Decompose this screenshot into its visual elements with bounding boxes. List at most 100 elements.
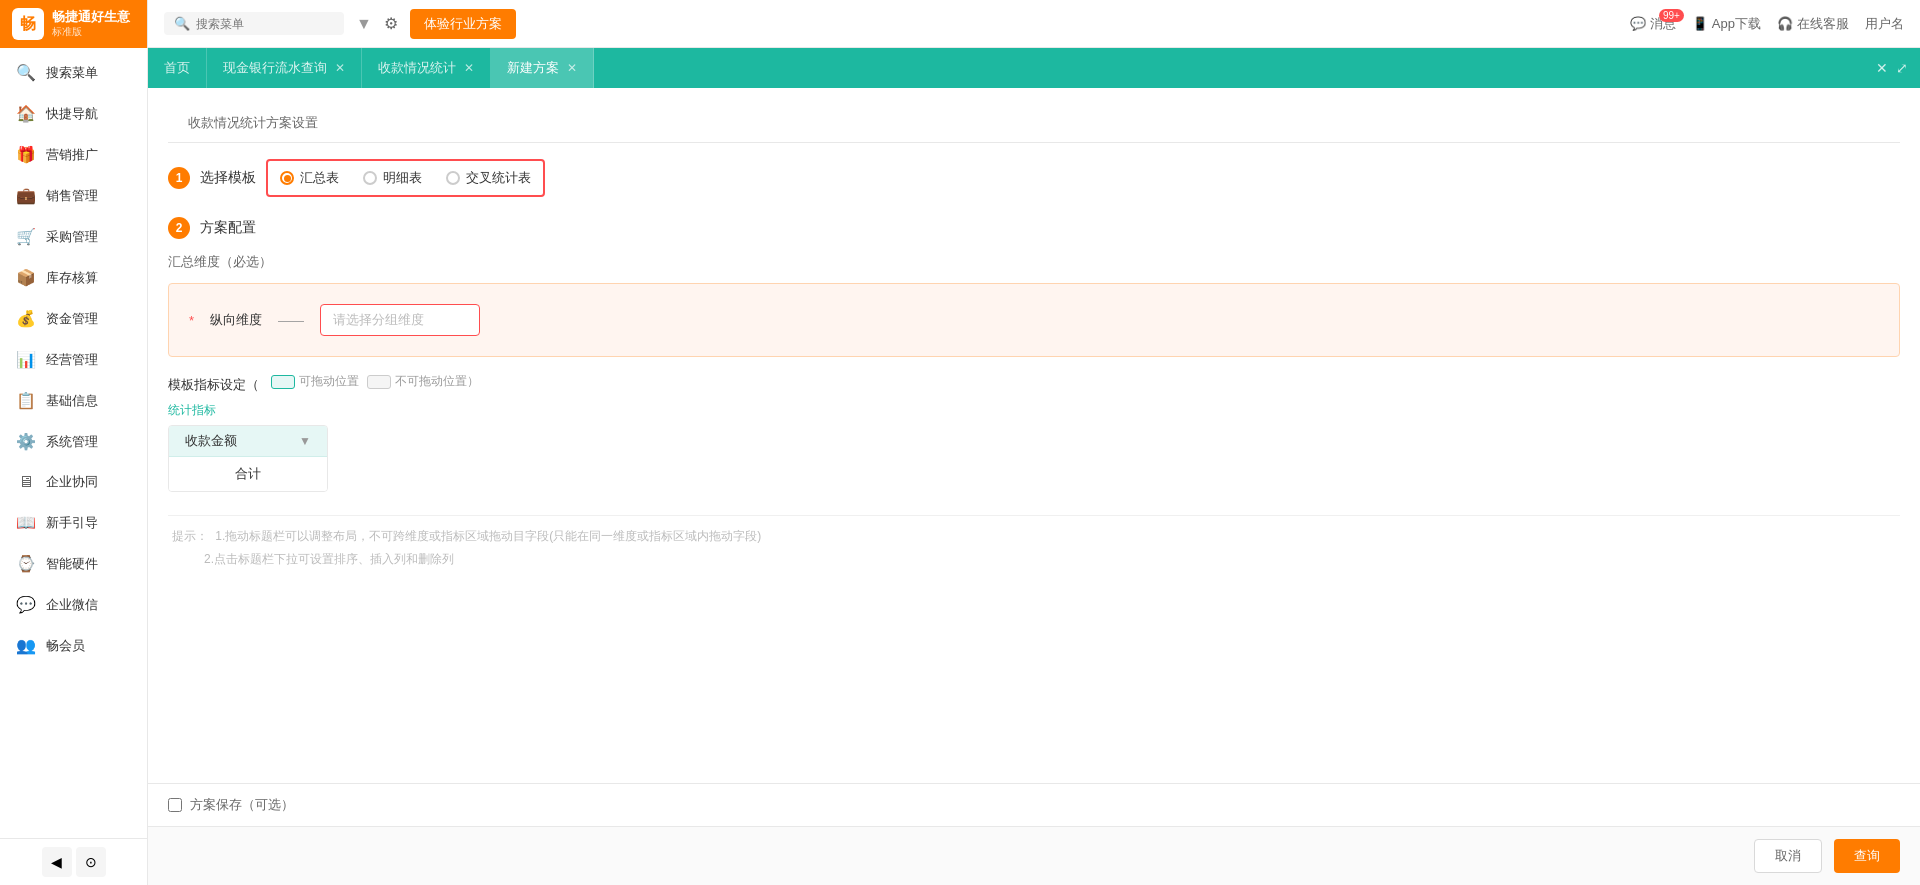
sidebar-label-0: 搜索菜单 [46, 64, 98, 82]
radio-option-0[interactable]: 汇总表 [280, 169, 339, 187]
sidebar-label-3: 销售管理 [46, 187, 98, 205]
tab-close-3[interactable]: ✕ [567, 61, 577, 75]
sidebar-icon-1: 🏠 [16, 104, 36, 123]
sidebar-icon-3: 💼 [16, 186, 36, 205]
sidebar-bottom-icon-2[interactable]: ⊙ [76, 847, 106, 877]
dimension-section-label: 汇总维度（必选） [168, 253, 1900, 271]
sidebar-item-6[interactable]: 💰资金管理 [0, 298, 147, 339]
tip-text-1: 1.拖动标题栏可以调整布局，不可跨维度或指标区域拖动目字段(只能在同一维度或指标… [215, 529, 761, 543]
sidebar-label-10: 企业协同 [46, 473, 98, 491]
topbar-user: 用户名 [1865, 15, 1904, 33]
sidebar-icon-14: 👥 [16, 636, 36, 655]
sidebar-item-7[interactable]: 📊经营管理 [0, 339, 147, 380]
tip-text-2: 2.点击标题栏下拉可设置排序、插入列和删除列 [204, 552, 454, 566]
metric-table-area: 统计指标 收款金额 ▼ 合计 [168, 402, 1900, 495]
sidebar-item-5[interactable]: 📦库存核算 [0, 257, 147, 298]
sidebar-icon-2: 🎁 [16, 145, 36, 164]
tip-prefix: 提示： [172, 529, 208, 543]
hint-nodrag: 不可拖动位置） [367, 373, 479, 390]
sidebar-item-4[interactable]: 🛒采购管理 [0, 216, 147, 257]
tab-label-2: 收款情况统计 [378, 59, 456, 77]
search-icon: 🔍 [174, 16, 190, 31]
topbar-service[interactable]: 🎧 在线客服 [1777, 15, 1849, 33]
sidebar-label-6: 资金管理 [46, 310, 98, 328]
action-bar: 取消 查询 [148, 826, 1920, 885]
stat-label: 统计指标 [168, 402, 1900, 419]
sidebar-bottom-icon-1[interactable]: ◀ [42, 847, 72, 877]
sidebar-item-1[interactable]: 🏠快捷导航 [0, 93, 147, 134]
radio-label-2: 交叉统计表 [466, 169, 531, 187]
topbar-gear-icon[interactable]: ⚙ [384, 14, 398, 33]
sidebar-icon-0: 🔍 [16, 63, 36, 82]
sidebar-icon-8: 📋 [16, 391, 36, 410]
step1-section: 1 选择模板 汇总表 明细表 交叉统计表 [168, 159, 1900, 197]
tip-line-1: 提示： 1.拖动标题栏可以调整布局，不可跨维度或指标区域拖动目字段(只能在同一维… [168, 528, 1900, 545]
footer-save: 方案保存（可选） [148, 783, 1920, 826]
main-area: 🔍 ▼ ⚙ 体验行业方案 💬 消息 99+ 📱 App下载 🎧 在线客服 用户名… [148, 0, 1920, 885]
tab-item-3[interactable]: 新建方案✕ [491, 48, 594, 88]
sidebar-icon-12: ⌚ [16, 554, 36, 573]
dimension-placeholder: 请选择分组维度 [333, 311, 424, 329]
hint-drag: 可拖动位置 [271, 373, 359, 390]
sidebar-icon-10: 🖥 [16, 473, 36, 491]
save-checkbox[interactable] [168, 798, 182, 812]
topbar-download[interactable]: 📱 App下载 [1692, 15, 1761, 33]
query-button[interactable]: 查询 [1834, 839, 1900, 873]
topbar-search-box: 🔍 [164, 12, 344, 35]
sidebar-item-13[interactable]: 💬企业微信 [0, 584, 147, 625]
drag-block-icon [271, 375, 295, 389]
search-input[interactable] [196, 17, 316, 31]
sidebar-icon-11: 📖 [16, 513, 36, 532]
sidebar-bottom: ◀ ⊙ [0, 838, 147, 885]
tab-close-2[interactable]: ✕ [464, 61, 474, 75]
cancel-button[interactable]: 取消 [1754, 839, 1822, 873]
sidebar-item-12[interactable]: ⌚智能硬件 [0, 543, 147, 584]
sidebar-item-10[interactable]: 🖥 企业协同 [0, 462, 147, 502]
tab-close-1[interactable]: ✕ [335, 61, 345, 75]
radio-circle-0 [280, 171, 294, 185]
sidebar-item-11[interactable]: 📖新手引导 [0, 502, 147, 543]
metric-dropdown-icon[interactable]: ▼ [299, 434, 311, 448]
dimension-area: * 纵向维度 —— 请选择分组维度 [168, 283, 1900, 357]
metric-table-header[interactable]: 收款金额 ▼ [169, 426, 327, 457]
sidebar-icon-9: ⚙️ [16, 432, 36, 451]
sidebar-label-14: 畅会员 [46, 637, 85, 655]
sidebar-item-14[interactable]: 👥 畅会员 [0, 625, 147, 666]
sidebar-item-3[interactable]: 💼 销售管理 [0, 175, 147, 216]
radio-option-1[interactable]: 明细表 [363, 169, 422, 187]
metric-section: 模板指标设定（ 可拖动位置 不可拖动位置） [168, 373, 1900, 495]
radio-label-1: 明细表 [383, 169, 422, 187]
tab-item-0[interactable]: 首页 [148, 48, 207, 88]
dimension-row: * 纵向维度 —— 请选择分组维度 [189, 304, 1879, 336]
sidebar-item-8[interactable]: 📋基础信息 [0, 380, 147, 421]
sidebar-item-2[interactable]: 🎁 营销推广 [0, 134, 147, 175]
sidebar-item-9[interactable]: ⚙️ 系统管理 [0, 421, 147, 462]
dimension-field-label: 纵向维度 [210, 311, 262, 329]
tab-label-0: 首页 [164, 59, 190, 77]
tab-expand-icon[interactable]: ⤢ [1896, 60, 1908, 76]
sidebar-label-2: 营销推广 [46, 146, 98, 164]
sidebar-label-7: 经营管理 [46, 351, 98, 369]
sidebar-item-0[interactable]: 🔍 搜索菜单 [0, 52, 147, 93]
dimension-select[interactable]: 请选择分组维度 [320, 304, 480, 336]
tab-close-icon[interactable]: ✕ [1876, 60, 1888, 76]
tab-item-2[interactable]: 收款情况统计 ✕ [362, 48, 491, 88]
radio-circle-2 [446, 171, 460, 185]
sidebar-nav: 🔍 搜索菜单 🏠快捷导航 🎁 营销推广 💼 销售管理 🛒采购管理📦库存核算💰资金管理📊经营管理… [0, 48, 147, 838]
breadcrumb-text: 收款情况统计方案设置 [188, 115, 318, 130]
logo-text: 畅捷通好生意 标准版 [52, 9, 130, 39]
step2-header: 2 方案配置 [168, 217, 1900, 239]
save-label: 方案保存（可选） [190, 796, 294, 814]
tab-item-1[interactable]: 现金银行流水查询 ✕ [207, 48, 362, 88]
tab-label-1: 现金银行流水查询 [223, 59, 327, 77]
metric-header: 模板指标设定（ 可拖动位置 不可拖动位置） [168, 373, 1900, 394]
sidebar-label-9: 系统管理 [46, 433, 98, 451]
page-breadcrumb: 收款情况统计方案设置 [168, 104, 1900, 143]
topbar-message[interactable]: 💬 消息 99+ [1630, 15, 1676, 33]
industry-btn[interactable]: 体验行业方案 [410, 9, 516, 39]
tabbar-controls: ✕ ⤢ [1864, 48, 1920, 88]
topbar-dropdown-icon[interactable]: ▼ [356, 15, 372, 33]
step1-title: 选择模板 [200, 169, 256, 187]
radio-option-2[interactable]: 交叉统计表 [446, 169, 531, 187]
step1-number: 1 [168, 167, 190, 189]
